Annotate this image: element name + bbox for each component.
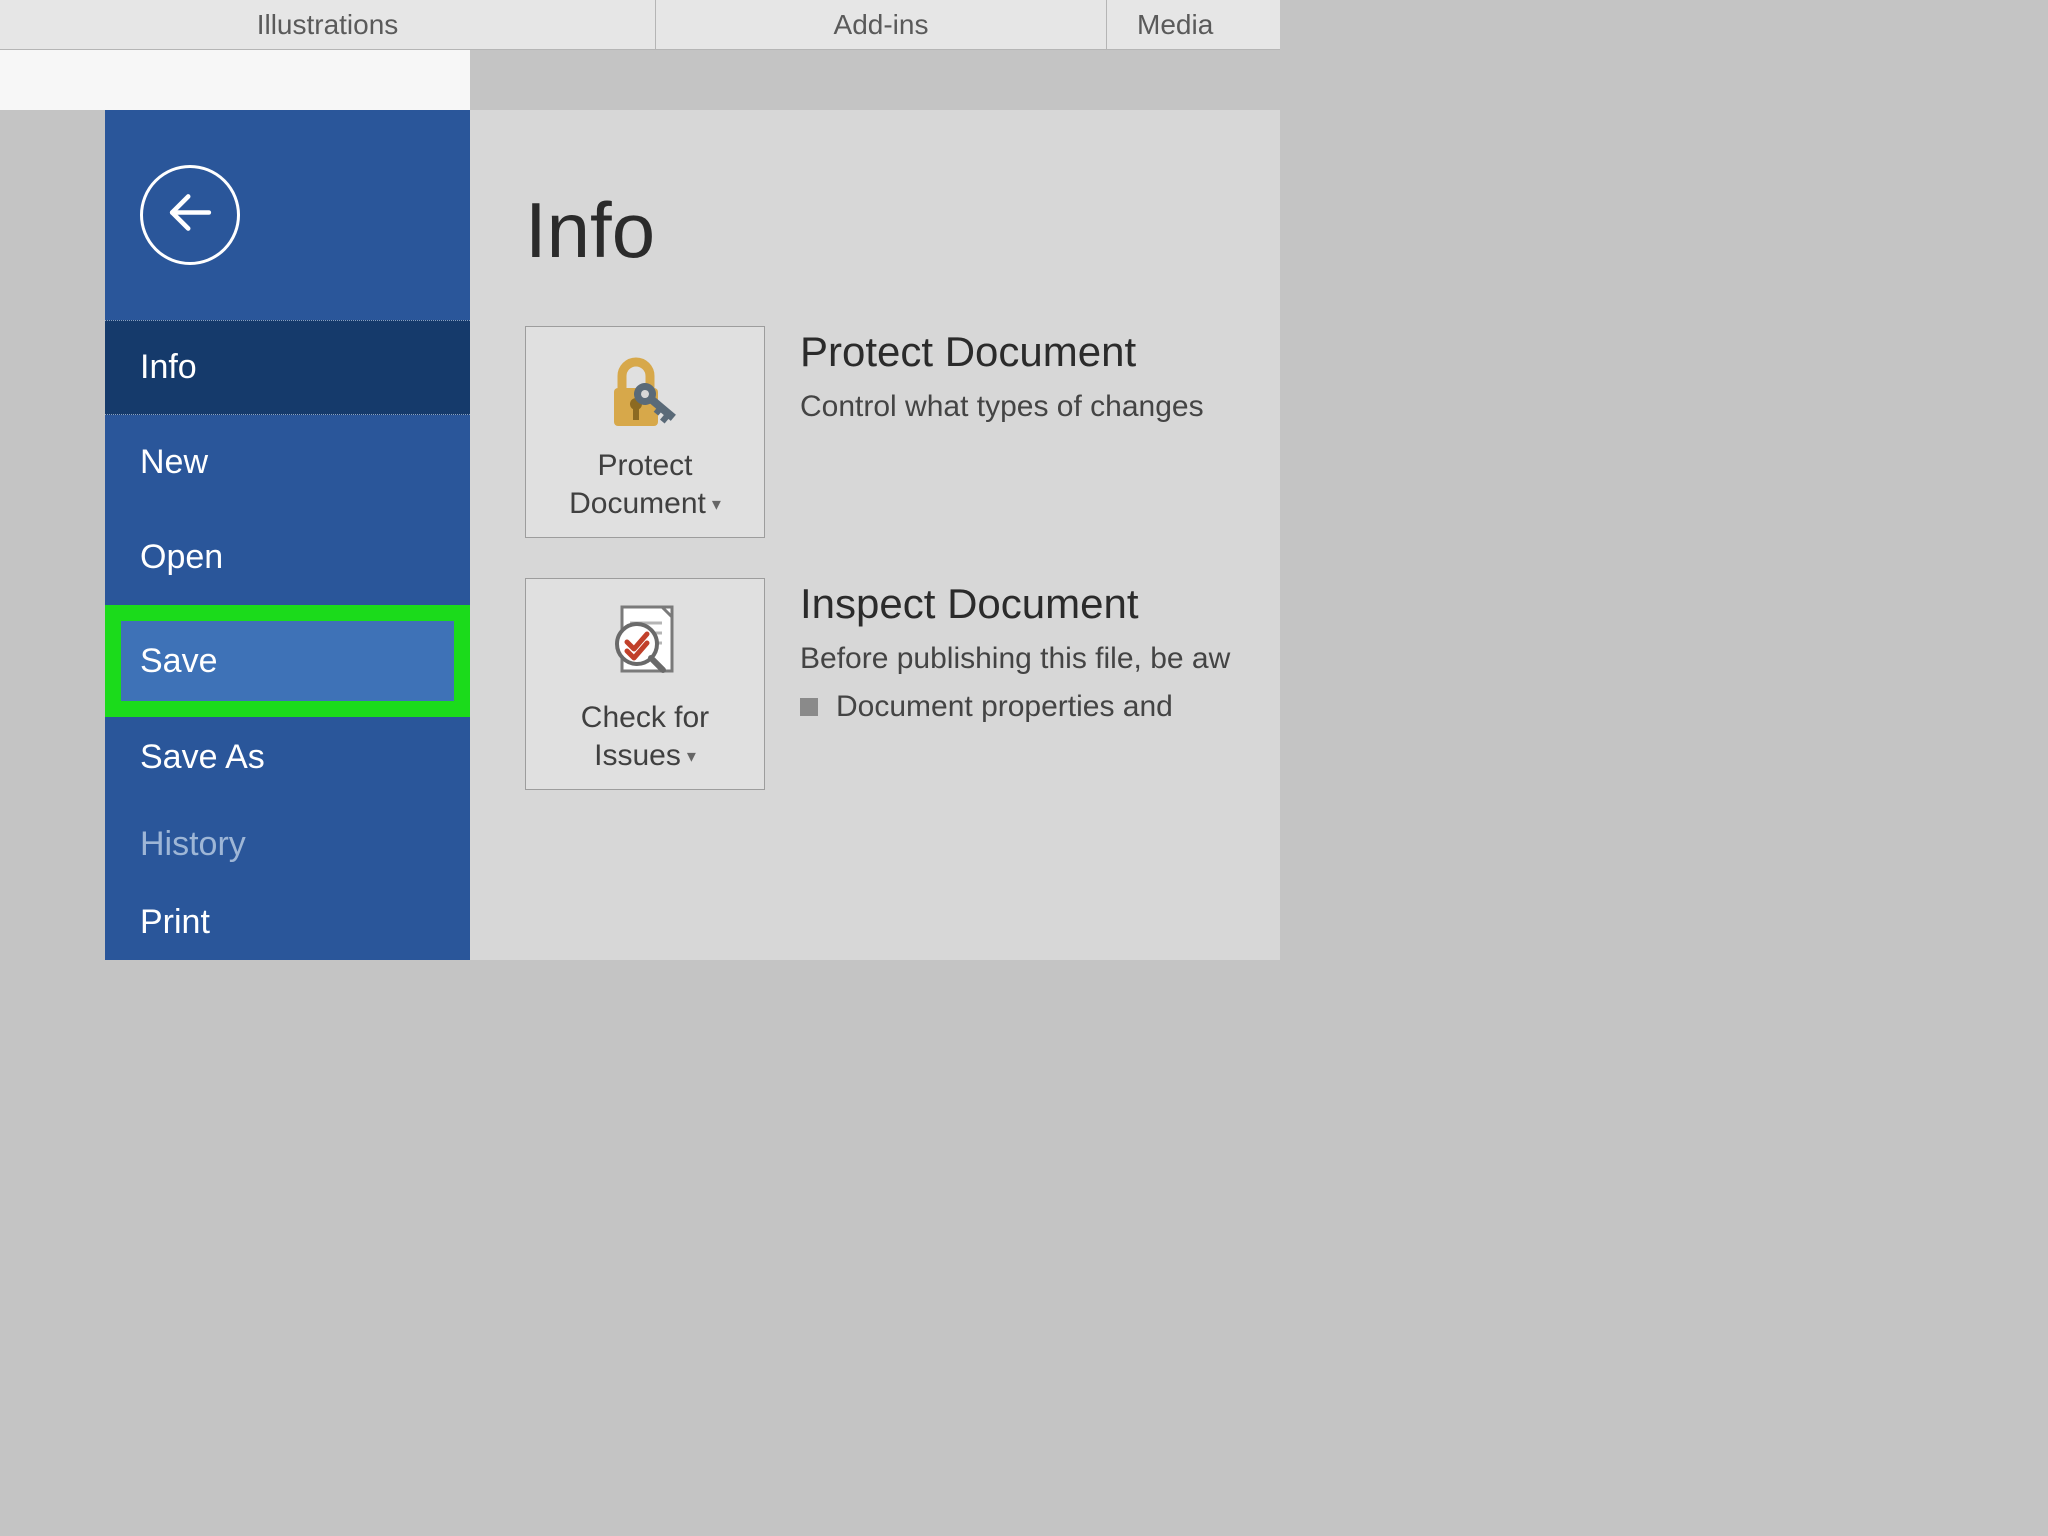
inspect-document-desc: Before publishing this file, be aw xyxy=(800,642,1230,676)
protect-document-desc: Control what types of changes xyxy=(800,390,1204,424)
protect-document-text: Protect Document Control what types of c… xyxy=(800,326,1204,538)
menu-item-info[interactable]: Info xyxy=(105,320,470,415)
check-for-issues-tile-label: Check for Issues ▾ xyxy=(581,699,709,774)
menu-item-open[interactable]: Open xyxy=(105,510,470,605)
arrow-left-icon xyxy=(163,185,218,245)
tile-label-line2: Issues xyxy=(594,739,681,772)
ribbon-group-labels: Illustrations Add-ins Media xyxy=(0,0,1280,50)
bullet-square-icon xyxy=(800,698,818,716)
document-strip xyxy=(0,50,470,110)
protect-document-button[interactable]: Protect Document ▾ xyxy=(525,326,765,538)
dropdown-caret-icon: ▾ xyxy=(712,494,721,514)
protect-document-heading: Protect Document xyxy=(800,328,1204,376)
tile-label-line1: Protect xyxy=(597,449,692,482)
tile-label-line1: Check for xyxy=(581,701,709,734)
backstage-sidebar: Info New Open Save Save As History Print xyxy=(105,110,470,960)
protect-document-tile-label: Protect Document ▾ xyxy=(569,447,721,522)
dropdown-caret-icon: ▾ xyxy=(687,746,696,766)
backstage-view: Info New Open Save Save As History Print… xyxy=(105,110,1280,960)
menu-item-save-label: Save xyxy=(121,621,454,701)
inspect-document-heading: Inspect Document xyxy=(800,580,1230,628)
menu-item-history[interactable]: History xyxy=(105,797,470,892)
lock-key-icon xyxy=(600,347,690,437)
protect-document-section: Protect Document ▾ Protect Document Contr… xyxy=(525,326,1280,538)
ribbon-group-media: Media xyxy=(1107,0,1280,49)
menu-item-new[interactable]: New xyxy=(105,415,470,510)
inspect-document-bullets: Document properties and xyxy=(800,690,1230,724)
tutorial-highlight: Save xyxy=(105,605,470,717)
check-for-issues-button[interactable]: Check for Issues ▾ xyxy=(525,578,765,790)
inspect-bullet: Document properties and xyxy=(800,690,1230,724)
page-title: Info xyxy=(525,185,1280,276)
back-button[interactable] xyxy=(140,165,240,265)
ribbon-group-addins: Add-ins xyxy=(656,0,1107,49)
menu-item-save[interactable]: Save xyxy=(105,605,470,717)
backstage-content: Info xyxy=(470,110,1280,960)
inspect-bullet-text: Document properties and xyxy=(836,690,1173,724)
menu-item-save-as[interactable]: Save As xyxy=(105,717,470,797)
inspect-document-icon xyxy=(600,599,690,689)
backstage-menu: Info New Open Save Save As History Print xyxy=(105,320,470,952)
inspect-document-section: Check for Issues ▾ Inspect Document Befor… xyxy=(525,578,1280,790)
ribbon-group-illustrations: Illustrations xyxy=(0,0,656,49)
inspect-document-text: Inspect Document Before publishing this … xyxy=(800,578,1230,790)
tile-label-line2: Document xyxy=(569,487,706,520)
menu-item-print[interactable]: Print xyxy=(105,892,470,952)
